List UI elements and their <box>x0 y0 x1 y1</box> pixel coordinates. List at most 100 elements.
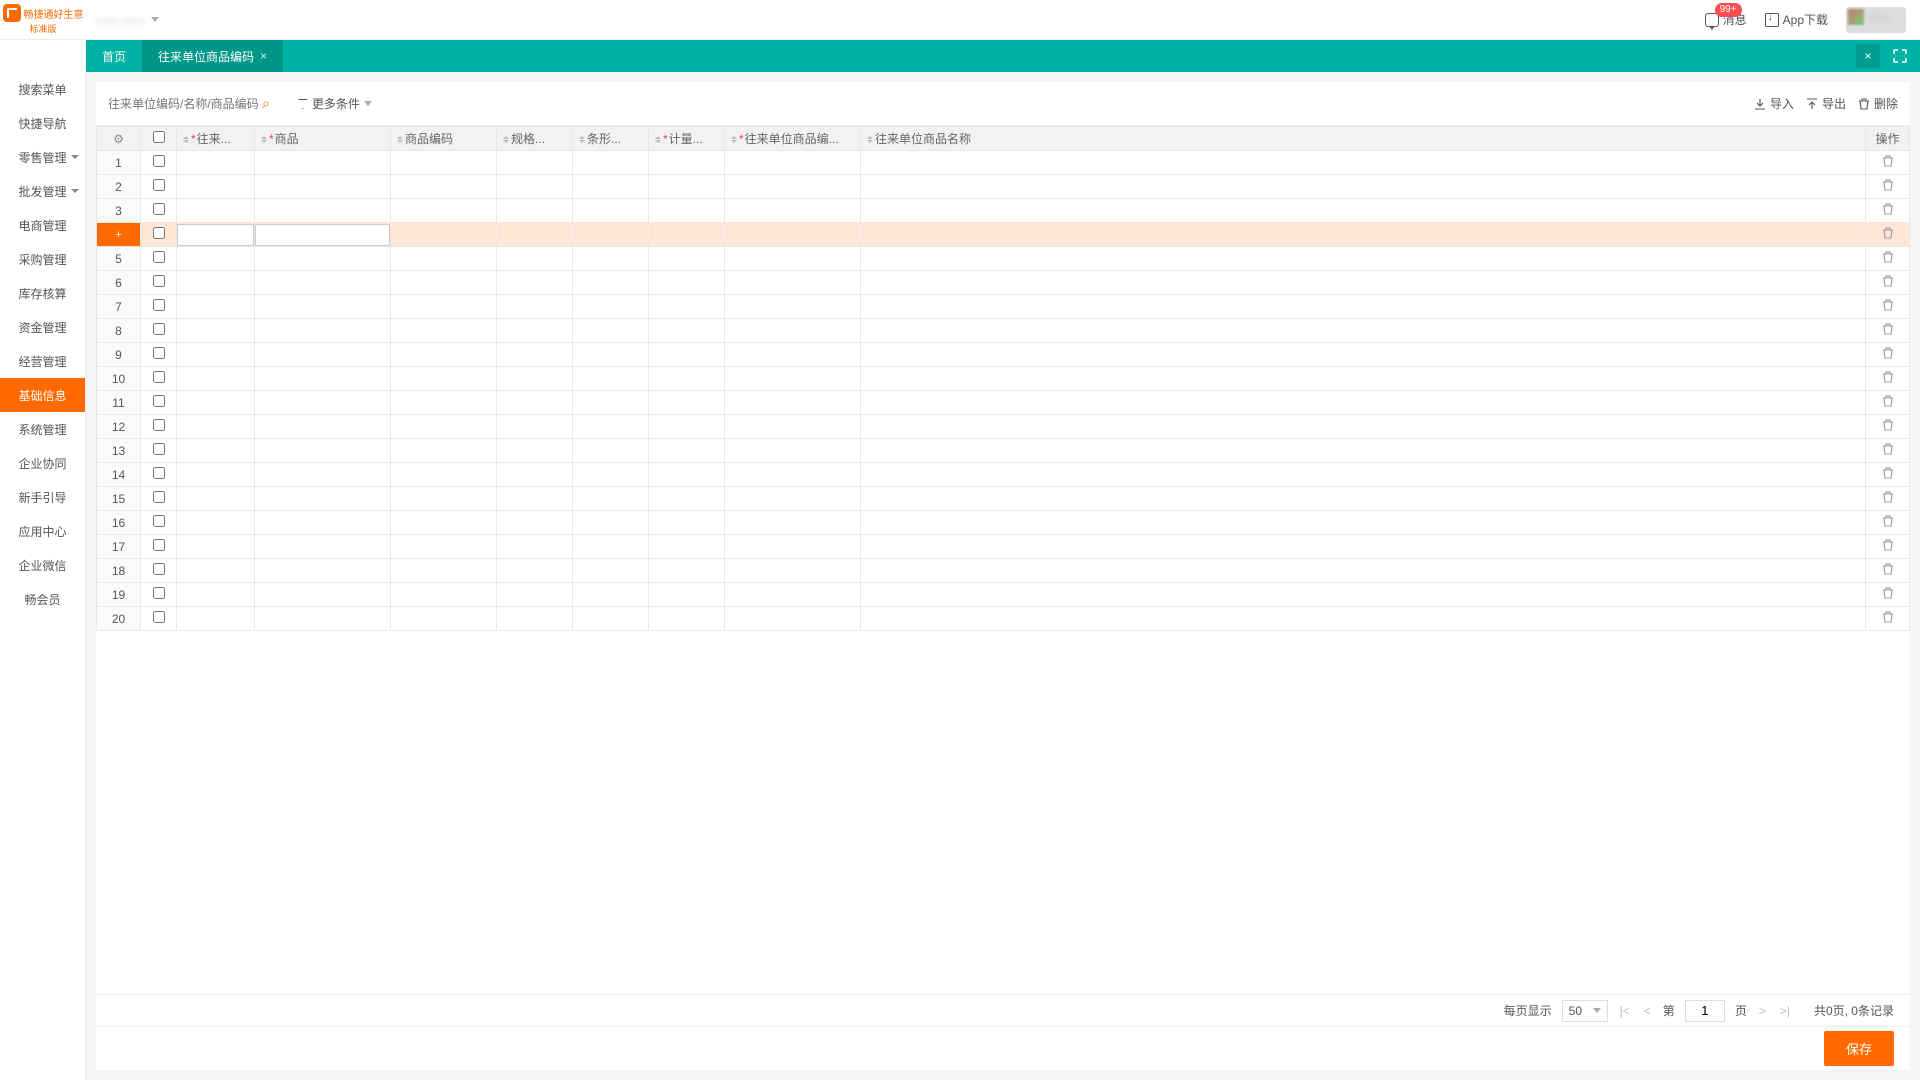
cell-spec[interactable] <box>497 391 573 415</box>
trash-icon[interactable] <box>1882 252 1894 266</box>
row-checkbox[interactable] <box>153 419 165 431</box>
table-row[interactable]: 10 <box>97 367 1910 391</box>
cell-unit[interactable] <box>649 271 725 295</box>
col-vendor-name[interactable]: 往来单位商品名称 <box>861 127 1866 151</box>
save-button[interactable]: 保存 <box>1824 1031 1894 1066</box>
sidebar-item-5[interactable]: 采购管理 <box>0 242 85 276</box>
table-row[interactable]: 1 <box>97 151 1910 175</box>
cell-unit[interactable] <box>649 343 725 367</box>
trash-icon[interactable] <box>1882 324 1894 338</box>
sidebar-item-14[interactable]: 企业微信 <box>0 548 85 582</box>
cell-spec[interactable] <box>497 271 573 295</box>
cell-spec[interactable] <box>497 439 573 463</box>
page-prev-button[interactable]: < <box>1642 1004 1653 1018</box>
cell-product_code[interactable] <box>391 535 497 559</box>
row-checkbox[interactable] <box>153 443 165 455</box>
table-row[interactable]: 20 <box>97 607 1910 631</box>
cell-barcode[interactable] <box>573 319 649 343</box>
sidebar-item-2[interactable]: 零售管理 <box>0 140 85 174</box>
trash-icon[interactable] <box>1882 540 1894 554</box>
sidebar-item-4[interactable]: 电商管理 <box>0 208 85 242</box>
trash-icon[interactable] <box>1882 180 1894 194</box>
cell-vendor[interactable] <box>177 295 255 319</box>
table-row[interactable]: 5 <box>97 247 1910 271</box>
trash-icon[interactable] <box>1882 564 1894 578</box>
trash-icon[interactable] <box>1882 468 1894 482</box>
cell-unit[interactable] <box>649 295 725 319</box>
cell-vendor_code[interactable] <box>725 607 861 631</box>
row-checkbox[interactable] <box>153 323 165 335</box>
cell-unit[interactable] <box>649 559 725 583</box>
cell-product[interactable] <box>255 439 391 463</box>
cell-spec[interactable] <box>497 607 573 631</box>
cell-unit[interactable] <box>649 175 725 199</box>
page-input[interactable] <box>1685 1000 1725 1022</box>
row-checkbox[interactable] <box>153 491 165 503</box>
col-vendor[interactable]: *往来... <box>177 127 255 151</box>
trash-icon[interactable] <box>1882 396 1894 410</box>
table-row[interactable]: 9 <box>97 343 1910 367</box>
col-barcode[interactable]: 条形... <box>573 127 649 151</box>
more-conditions-button[interactable]: 更多条件 <box>298 95 372 112</box>
cell-vendor_code[interactable] <box>725 199 861 223</box>
cell-vendor_name[interactable] <box>861 295 1866 319</box>
cell-vendor_code[interactable] <box>725 487 861 511</box>
trash-icon[interactable] <box>1882 372 1894 386</box>
sidebar-item-10[interactable]: 系统管理 <box>0 412 85 446</box>
tab-active[interactable]: 往来单位商品编码 × <box>142 40 283 72</box>
cell-product[interactable] <box>255 271 391 295</box>
cell-product_code[interactable] <box>391 391 497 415</box>
cell-vendor_name[interactable] <box>861 511 1866 535</box>
close-all-tabs-button[interactable]: × <box>1856 44 1880 68</box>
cell-barcode[interactable] <box>573 295 649 319</box>
export-button[interactable]: 导出 <box>1806 95 1846 112</box>
cell-unit[interactable] <box>649 391 725 415</box>
cell-barcode[interactable] <box>573 367 649 391</box>
cell-unit[interactable] <box>649 199 725 223</box>
cell-spec[interactable] <box>497 175 573 199</box>
cell-input-vendor[interactable] <box>177 224 254 246</box>
cell-vendor[interactable] <box>177 487 255 511</box>
table-row[interactable]: 3 <box>97 199 1910 223</box>
page-first-button[interactable]: |< <box>1618 1004 1632 1018</box>
cell-product[interactable] <box>255 151 391 175</box>
cell-barcode[interactable] <box>573 487 649 511</box>
select-all-checkbox[interactable] <box>153 131 165 143</box>
table-row[interactable]: 18 <box>97 559 1910 583</box>
cell-product_code[interactable] <box>391 607 497 631</box>
trash-icon[interactable] <box>1882 204 1894 218</box>
cell-vendor_name[interactable] <box>861 391 1866 415</box>
cell-barcode[interactable] <box>573 511 649 535</box>
cell-spec[interactable] <box>497 559 573 583</box>
cell-vendor[interactable] <box>177 535 255 559</box>
sidebar-item-7[interactable]: 资金管理 <box>0 310 85 344</box>
cell-barcode[interactable] <box>573 223 649 247</box>
cell-vendor_name[interactable] <box>861 583 1866 607</box>
cell-product[interactable] <box>255 367 391 391</box>
cell-product[interactable] <box>255 535 391 559</box>
sidebar-item-13[interactable]: 应用中心 <box>0 514 85 548</box>
cell-vendor_code[interactable] <box>725 271 861 295</box>
cell-unit[interactable] <box>649 583 725 607</box>
cell-vendor_code[interactable] <box>725 295 861 319</box>
row-checkbox[interactable] <box>153 251 165 263</box>
sidebar-item-0[interactable]: 搜索菜单 <box>0 72 85 106</box>
cell-spec[interactable] <box>497 415 573 439</box>
cell-product_code[interactable] <box>391 343 497 367</box>
cell-vendor[interactable] <box>177 391 255 415</box>
col-vendor-code[interactable]: *往来单位商品编... <box>725 127 861 151</box>
cell-spec[interactable] <box>497 535 573 559</box>
table-row[interactable]: 14 <box>97 463 1910 487</box>
messages-button[interactable]: 消息 99+ <box>1705 11 1747 28</box>
cell-vendor[interactable] <box>177 343 255 367</box>
cell-product_code[interactable] <box>391 463 497 487</box>
table-row[interactable]: 12 <box>97 415 1910 439</box>
cell-spec[interactable] <box>497 511 573 535</box>
trash-icon[interactable] <box>1882 492 1894 506</box>
cell-product_code[interactable] <box>391 247 497 271</box>
trash-icon[interactable] <box>1882 228 1894 242</box>
cell-vendor[interactable] <box>177 271 255 295</box>
cell-vendor[interactable] <box>177 199 255 223</box>
cell-vendor_code[interactable] <box>725 439 861 463</box>
cell-barcode[interactable] <box>573 271 649 295</box>
